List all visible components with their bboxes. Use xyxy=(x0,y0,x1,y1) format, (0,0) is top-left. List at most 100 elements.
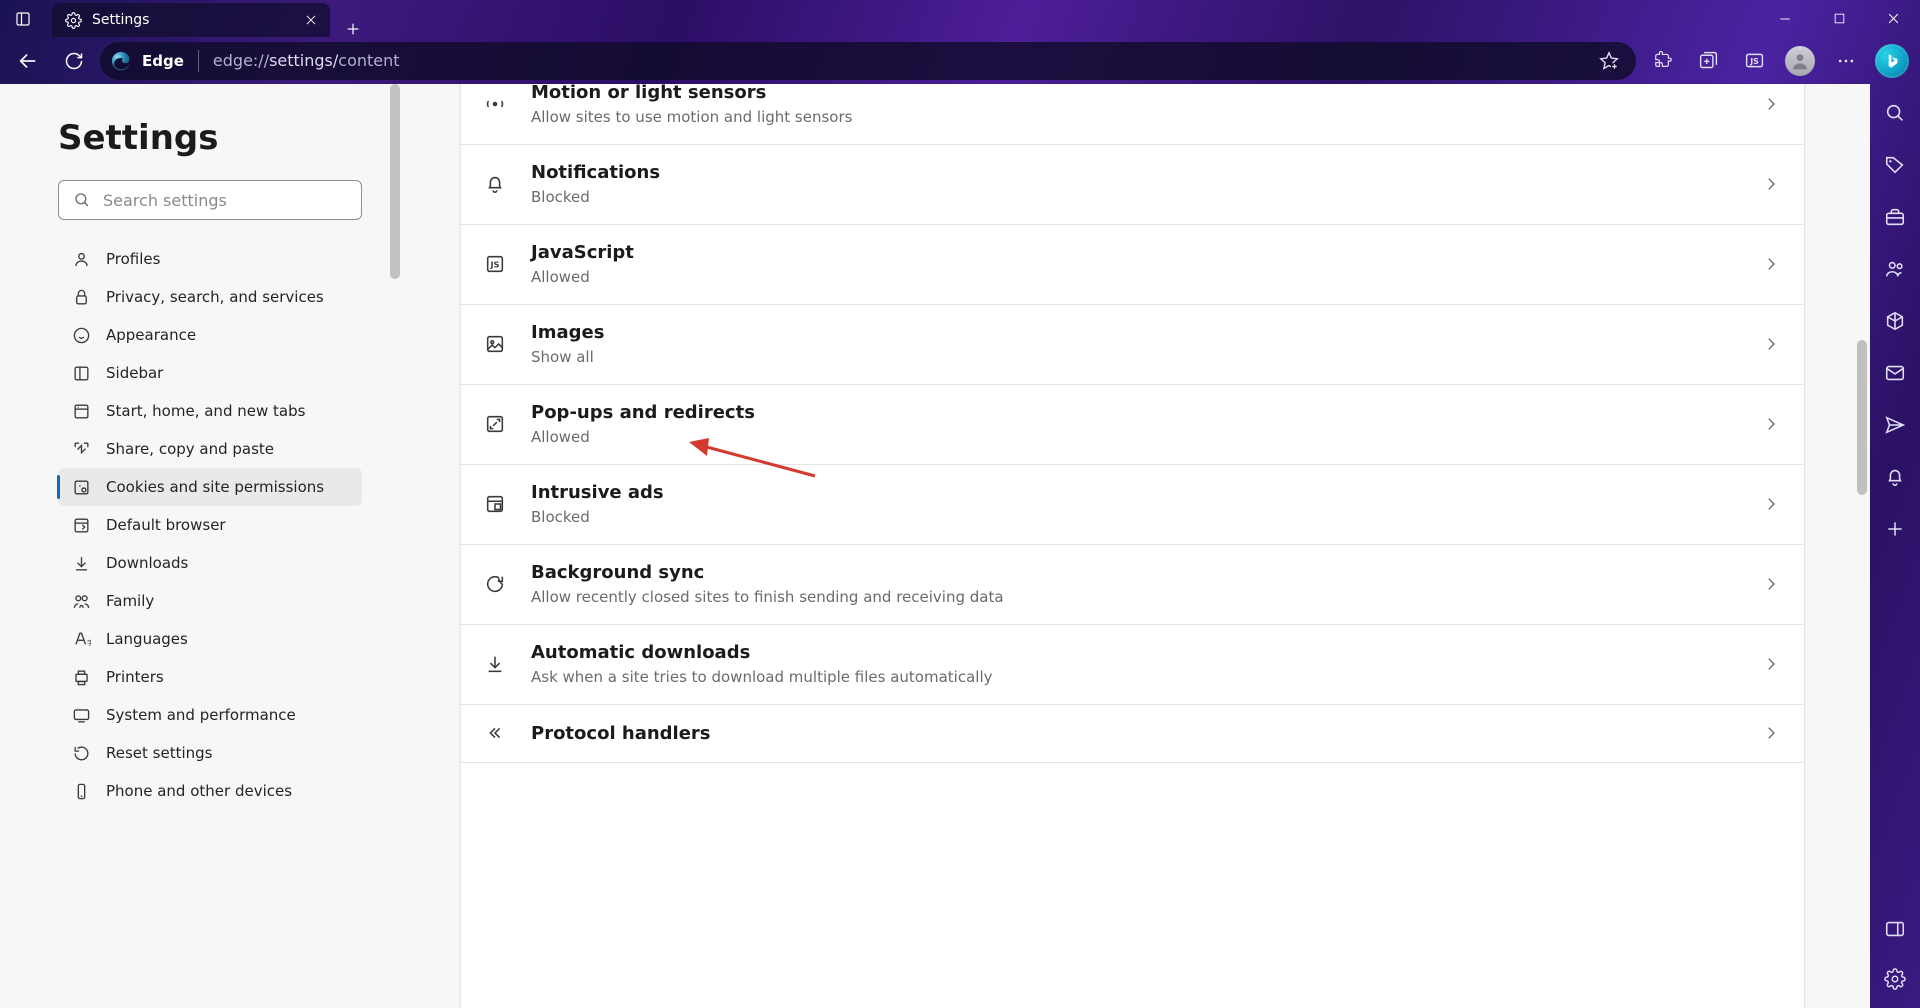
bing-chat-button[interactable] xyxy=(1872,41,1912,81)
permission-subtitle: Blocked xyxy=(531,508,1738,526)
nav-item-label: Sidebar xyxy=(106,364,163,382)
sidebar-item-printers[interactable]: Printers xyxy=(58,658,362,696)
people-icon[interactable] xyxy=(1882,256,1908,282)
permission-subtitle: Allow sites to use motion and light sens… xyxy=(531,108,1738,126)
nav-item-label: Profiles xyxy=(106,250,160,268)
window-minimize-button[interactable] xyxy=(1758,0,1812,37)
sidebar-scrollbar[interactable] xyxy=(390,84,400,279)
chevron-right-icon xyxy=(1762,575,1780,593)
nav-item-label: Printers xyxy=(106,668,164,686)
search-settings-field[interactable] xyxy=(58,180,362,220)
extensions-button[interactable] xyxy=(1642,41,1682,81)
address-bar[interactable]: Edge edge://settings/content xyxy=(100,42,1636,80)
permission-icon xyxy=(483,93,507,115)
favorite-button[interactable] xyxy=(1598,50,1620,72)
tab-close-button[interactable] xyxy=(304,13,318,27)
permission-row-motion-or-light-sensors[interactable]: Motion or light sensors Allow sites to us… xyxy=(461,84,1804,145)
sidebar-item-profiles[interactable]: Profiles xyxy=(58,240,362,278)
menu-button[interactable] xyxy=(1826,41,1866,81)
sidebar-item-phone-and-other-devices[interactable]: Phone and other devices xyxy=(58,772,362,810)
permission-subtitle: Allowed xyxy=(531,268,1738,286)
bell-icon[interactable] xyxy=(1882,464,1908,490)
permission-row-images[interactable]: Images Show all xyxy=(461,305,1804,385)
svg-text:JS: JS xyxy=(1749,57,1759,66)
tab-actions-button[interactable] xyxy=(0,0,46,37)
permission-title: JavaScript xyxy=(531,242,1738,263)
permission-title: Pop-ups and redirects xyxy=(531,402,1738,423)
nav-item-label: Reset settings xyxy=(106,744,213,762)
sidebar-item-appearance[interactable]: Appearance xyxy=(58,316,362,354)
nav-item-icon xyxy=(70,326,92,345)
edge-logo-icon xyxy=(110,50,132,72)
sidebar-item-start-home-and-new-tabs[interactable]: Start, home, and new tabs xyxy=(58,392,362,430)
sidebar-item-default-browser[interactable]: Default browser xyxy=(58,506,362,544)
permission-icon xyxy=(483,413,507,435)
permission-title: Notifications xyxy=(531,162,1738,183)
svg-text:字: 字 xyxy=(87,638,91,647)
nav-item-label: Cookies and site permissions xyxy=(106,478,324,496)
nav-item-label: Share, copy and paste xyxy=(106,440,274,458)
send-icon[interactable] xyxy=(1882,412,1908,438)
new-tab-button[interactable] xyxy=(330,21,376,37)
sidebar-item-reset-settings[interactable]: Reset settings xyxy=(58,734,362,772)
permission-icon xyxy=(483,173,507,195)
nav-item-label: Downloads xyxy=(106,554,188,572)
panel-icon[interactable] xyxy=(1882,916,1908,942)
permission-title: Images xyxy=(531,322,1738,343)
nav-item-icon xyxy=(70,288,92,307)
permission-row-background-sync[interactable]: Background syncAllow recently closed sit… xyxy=(461,545,1804,625)
settings-gear-icon[interactable] xyxy=(1882,966,1908,992)
tag-icon[interactable] xyxy=(1882,152,1908,178)
sidebar-item-share-copy-and-paste[interactable]: Share, copy and paste xyxy=(58,430,362,468)
sidebar-item-privacy-search-and-services[interactable]: Privacy, search, and services xyxy=(58,278,362,316)
nav-item-icon xyxy=(70,706,92,725)
search-icon[interactable] xyxy=(1882,100,1908,126)
permission-row-javascript[interactable]: JSJavaScriptAllowed xyxy=(461,225,1804,305)
nav-item-label: Languages xyxy=(106,630,188,648)
bing-icon xyxy=(1875,44,1909,78)
permission-row-automatic-downloads[interactable]: Automatic downloadsAsk when a site tries… xyxy=(461,625,1804,705)
permission-icon xyxy=(483,653,507,675)
permission-row-pop-ups-and-redirects[interactable]: Pop-ups and redirectsAllowed xyxy=(461,385,1804,465)
window-close-button[interactable] xyxy=(1866,0,1920,37)
collections-button[interactable] xyxy=(1688,41,1728,81)
permission-row-protocol-handlers[interactable]: Protocol handlers xyxy=(461,705,1804,763)
content-scrollbar[interactable] xyxy=(1857,340,1867,495)
permission-icon xyxy=(483,333,507,355)
reading-mode-button[interactable]: JS xyxy=(1734,41,1774,81)
permission-title: Background sync xyxy=(531,562,1738,583)
sidebar-item-cookies-and-site-permissions[interactable]: Cookies and site permissions xyxy=(58,468,362,506)
browser-tab[interactable]: Settings xyxy=(52,3,330,37)
search-icon xyxy=(73,191,91,209)
site-identity[interactable]: Edge xyxy=(110,50,184,72)
chevron-right-icon xyxy=(1762,175,1780,193)
search-input[interactable] xyxy=(103,191,347,210)
sidebar-item-languages[interactable]: 字 Languages xyxy=(58,620,362,658)
permission-title: Motion or light sensors xyxy=(531,84,1738,103)
permission-row-notifications[interactable]: NotificationsBlocked xyxy=(461,145,1804,225)
permission-title: Intrusive ads xyxy=(531,482,1738,503)
chevron-right-icon xyxy=(1762,655,1780,673)
address-divider xyxy=(198,50,199,72)
window-maximize-button[interactable] xyxy=(1812,0,1866,37)
briefcase-icon[interactable] xyxy=(1882,204,1908,230)
nav-item-label: Privacy, search, and services xyxy=(106,288,324,306)
nav-item-label: Phone and other devices xyxy=(106,782,292,800)
plus-icon[interactable] xyxy=(1882,516,1908,542)
refresh-button[interactable] xyxy=(54,41,94,81)
back-button[interactable] xyxy=(8,41,48,81)
permission-row-intrusive-ads[interactable]: Intrusive ads Blocked xyxy=(461,465,1804,545)
sidebar-item-family[interactable]: Family xyxy=(58,582,362,620)
mail-icon[interactable] xyxy=(1882,360,1908,386)
sidebar-item-sidebar[interactable]: Sidebar xyxy=(58,354,362,392)
nav-item-label: Family xyxy=(106,592,154,610)
nav-item-label: Start, home, and new tabs xyxy=(106,402,305,420)
nav-item-icon xyxy=(70,592,92,611)
permission-subtitle: Show all xyxy=(531,348,1738,366)
profile-button[interactable] xyxy=(1780,41,1820,81)
chevron-right-icon xyxy=(1762,724,1780,742)
cube-icon[interactable] xyxy=(1882,308,1908,334)
nav-item-icon xyxy=(70,402,92,421)
sidebar-item-downloads[interactable]: Downloads xyxy=(58,544,362,582)
sidebar-item-system-and-performance[interactable]: System and performance xyxy=(58,696,362,734)
